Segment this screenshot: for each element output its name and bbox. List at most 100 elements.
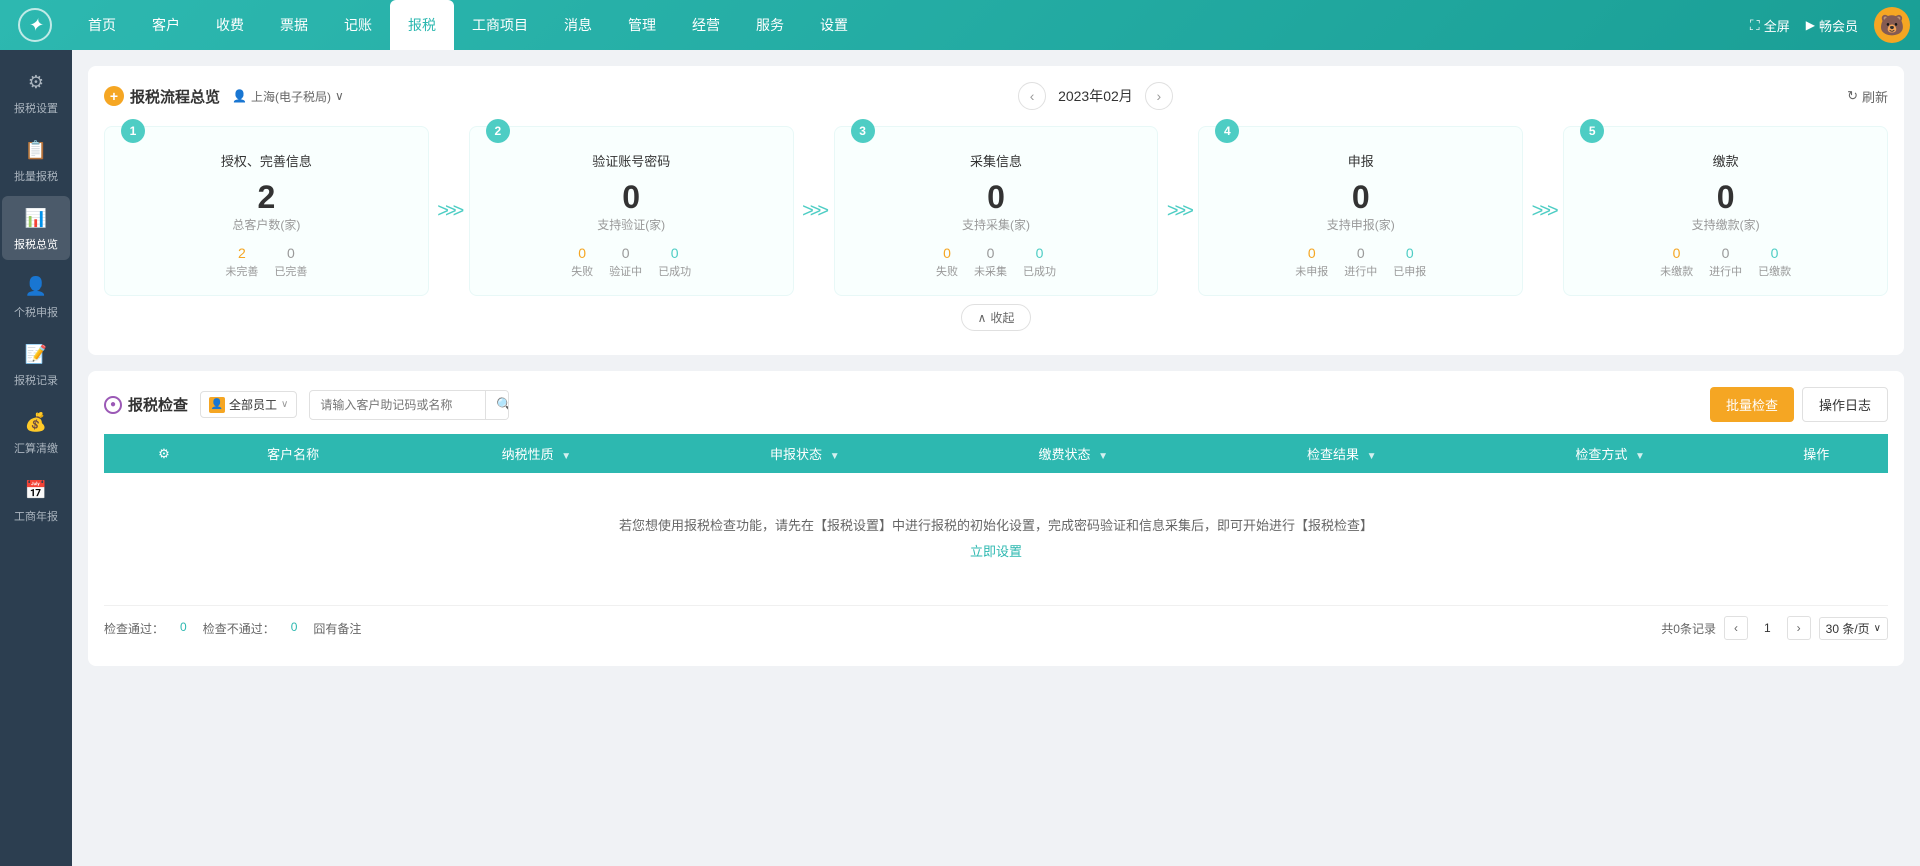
sidebar-item-tax-settings[interactable]: ⚙ 报税设置 — [2, 60, 70, 124]
nav-item-accounting[interactable]: 记账 — [326, 0, 390, 50]
nav-item-home[interactable]: 首页 — [70, 0, 134, 50]
check-title-icon: ● — [104, 396, 122, 414]
step-3-uncollected-num: 0 — [987, 245, 995, 261]
setup-link[interactable]: 立即设置 — [970, 544, 1022, 559]
fullscreen-label: 全屏 — [1764, 16, 1790, 35]
nav-item-tickets[interactable]: 票据 — [262, 0, 326, 50]
empty-message-text: 若您想使用报税检查功能，请先在【报税设置】中进行报税的初始化设置，完成密码验证和… — [144, 513, 1848, 539]
operation-log-button[interactable]: 操作日志 — [1802, 387, 1888, 422]
nav-item-business[interactable]: 工商项目 — [454, 0, 546, 50]
collapse-button[interactable]: ∧ 收起 — [961, 304, 1032, 331]
prev-month-button[interactable]: ‹ — [1018, 82, 1046, 110]
current-page: 1 — [1756, 619, 1779, 637]
step-3-success-num: 0 — [1036, 245, 1044, 261]
step-1-incomplete-label: 未完善 — [225, 263, 258, 279]
step-3-desc: 支持采集(家) — [851, 216, 1142, 233]
step-5-stat-paid[interactable]: 0 已缴款 — [1758, 245, 1791, 279]
nav-item-operations[interactable]: 经营 — [674, 0, 738, 50]
footer-remark: 囧有备注 — [313, 620, 361, 637]
step-2-stat-failed[interactable]: 0 失败 — [571, 245, 593, 279]
sidebar-item-tax-records[interactable]: 📝 报税记录 — [2, 332, 70, 396]
step-1-stat-incomplete[interactable]: 2 未完善 — [225, 245, 258, 279]
batch-check-button[interactable]: 批量检查 — [1710, 387, 1794, 422]
filter-icon-2: ▼ — [830, 451, 840, 462]
step-4-stat-declared[interactable]: 0 已申报 — [1393, 245, 1426, 279]
filter-icon-1: ▼ — [561, 451, 571, 462]
check-header: ● 报税检查 👤 全部员工 ∨ 🔍 批量检查 操作日志 — [104, 387, 1888, 422]
header-checkbox[interactable] — [117, 445, 131, 459]
gear-icon[interactable]: ⚙ — [158, 446, 170, 461]
step-4-stat-undeclared[interactable]: 0 未申报 — [1295, 245, 1328, 279]
sidebar-label-personal-tax: 个税申报 — [14, 304, 58, 320]
nav-item-settings[interactable]: 设置 — [802, 0, 866, 50]
th-check-method[interactable]: 检查方式 ▼ — [1476, 434, 1744, 473]
top-navigation: ✦ 首页 客户 收费 票据 记账 报税 工商项目 消息 管理 经营 服务 设置 … — [0, 0, 1920, 50]
search-input[interactable] — [310, 392, 485, 418]
step-1-badge: 1 — [121, 119, 145, 143]
step-3-stat-failed[interactable]: 0 失败 — [936, 245, 958, 279]
step-2-success-label: 已成功 — [658, 263, 691, 279]
overview-title-text: 报税流程总览 — [130, 86, 220, 107]
step-2-stat-verifying[interactable]: 0 验证中 — [609, 245, 642, 279]
step-4-stat-inprogress[interactable]: 0 进行中 — [1344, 245, 1377, 279]
arrow-4: >>> — [1523, 126, 1563, 296]
logo[interactable]: ✦ — [10, 0, 60, 50]
sidebar-item-personal-tax[interactable]: 👤 个税申报 — [2, 264, 70, 328]
prev-page-button[interactable]: ‹ — [1724, 616, 1748, 640]
flow-step-5: 5 缴款 0 支持缴款(家) 0 未缴款 0 进行中 — [1563, 126, 1888, 296]
nav-item-tax[interactable]: 报税 — [390, 0, 454, 50]
chevron-icon-1: >>> — [437, 200, 460, 223]
collapse-bar: ∧ 收起 — [104, 304, 1888, 331]
annual-report-icon: 📅 — [22, 476, 50, 504]
location-tag[interactable]: 👤 上海(电子税局) ∨ — [232, 88, 344, 105]
fullscreen-button[interactable]: ⛶ 全屏 — [1750, 16, 1790, 35]
step-2-stat-success[interactable]: 0 已成功 — [658, 245, 691, 279]
employee-label: 全部员工 — [229, 396, 277, 413]
sidebar-item-batch-tax[interactable]: 📋 批量报税 — [2, 128, 70, 192]
step-5-stat-unpaid[interactable]: 0 未缴款 — [1660, 245, 1693, 279]
sidebar-label-settlement: 汇算清缴 — [14, 440, 58, 456]
step-4-stats: 0 未申报 0 进行中 0 已申报 — [1215, 245, 1506, 279]
th-declare-status[interactable]: 申报状态 ▼ — [671, 434, 939, 473]
table-footer: 检查通过： 0 检查不通过： 0 囧有备注 共0条记录 ‹ 1 › 30 条/页… — [104, 605, 1888, 650]
step-2-success-num: 0 — [671, 245, 679, 261]
next-month-button[interactable]: › — [1145, 82, 1173, 110]
sidebar-item-settlement[interactable]: 💰 汇算清缴 — [2, 400, 70, 464]
step-5-paid-num: 0 — [1771, 245, 1779, 261]
step-1-complete-num: 0 — [287, 245, 295, 261]
footer-passed-num[interactable]: 0 — [180, 620, 187, 637]
search-button[interactable]: 🔍 — [485, 391, 509, 419]
employee-filter[interactable]: 👤 全部员工 ∨ — [200, 391, 297, 418]
step-4-declared-num: 0 — [1406, 245, 1414, 261]
tax-settings-icon: ⚙ — [22, 68, 50, 96]
footer-passed-label: 检查通过： — [104, 620, 164, 637]
mascot-avatar[interactable]: 🐻 — [1874, 7, 1910, 43]
per-page-select[interactable]: 30 条/页 ∨ — [1819, 617, 1888, 640]
step-5-stat-inprogress[interactable]: 0 进行中 — [1709, 245, 1742, 279]
step-3-stat-uncollected[interactable]: 0 未采集 — [974, 245, 1007, 279]
nav-item-customer[interactable]: 客户 — [134, 0, 198, 50]
flow-step-2: 2 验证账号密码 0 支持验证(家) 0 失败 0 验证中 — [469, 126, 794, 296]
refresh-button[interactable]: ↻ 刷新 — [1847, 87, 1888, 106]
filter-icon-4: ▼ — [1367, 451, 1377, 462]
nav-item-fees[interactable]: 收费 — [198, 0, 262, 50]
overview-header: + 报税流程总览 👤 上海(电子税局) ∨ ‹ 2023年02月 › ↻ 刷新 — [104, 82, 1888, 110]
nav-item-messages[interactable]: 消息 — [546, 0, 610, 50]
batch-tax-icon: 📋 — [22, 136, 50, 164]
th-check-result[interactable]: 检查结果 ▼ — [1208, 434, 1476, 473]
th-gear: ⚙ — [144, 434, 184, 473]
step-1-stat-complete[interactable]: 0 已完善 — [274, 245, 307, 279]
next-page-button[interactable]: › — [1787, 616, 1811, 640]
step-3-stat-success[interactable]: 0 已成功 — [1023, 245, 1056, 279]
footer-right: 共0条记录 ‹ 1 › 30 条/页 ∨ — [1661, 616, 1888, 640]
nav-item-service[interactable]: 服务 — [738, 0, 802, 50]
footer-failed-num[interactable]: 0 — [291, 620, 298, 637]
sidebar-item-annual-report[interactable]: 📅 工商年报 — [2, 468, 70, 532]
th-payment-status[interactable]: 缴费状态 ▼ — [939, 434, 1207, 473]
step-4-inprogress-num: 0 — [1357, 245, 1365, 261]
step-1-stats: 2 未完善 0 已完善 — [121, 245, 412, 279]
nav-item-management[interactable]: 管理 — [610, 0, 674, 50]
member-button[interactable]: ▶ 畅会员 — [1806, 16, 1858, 35]
sidebar-item-tax-overview[interactable]: 📊 报税总览 — [2, 196, 70, 260]
th-tax-type[interactable]: 纳税性质 ▼ — [402, 434, 670, 473]
